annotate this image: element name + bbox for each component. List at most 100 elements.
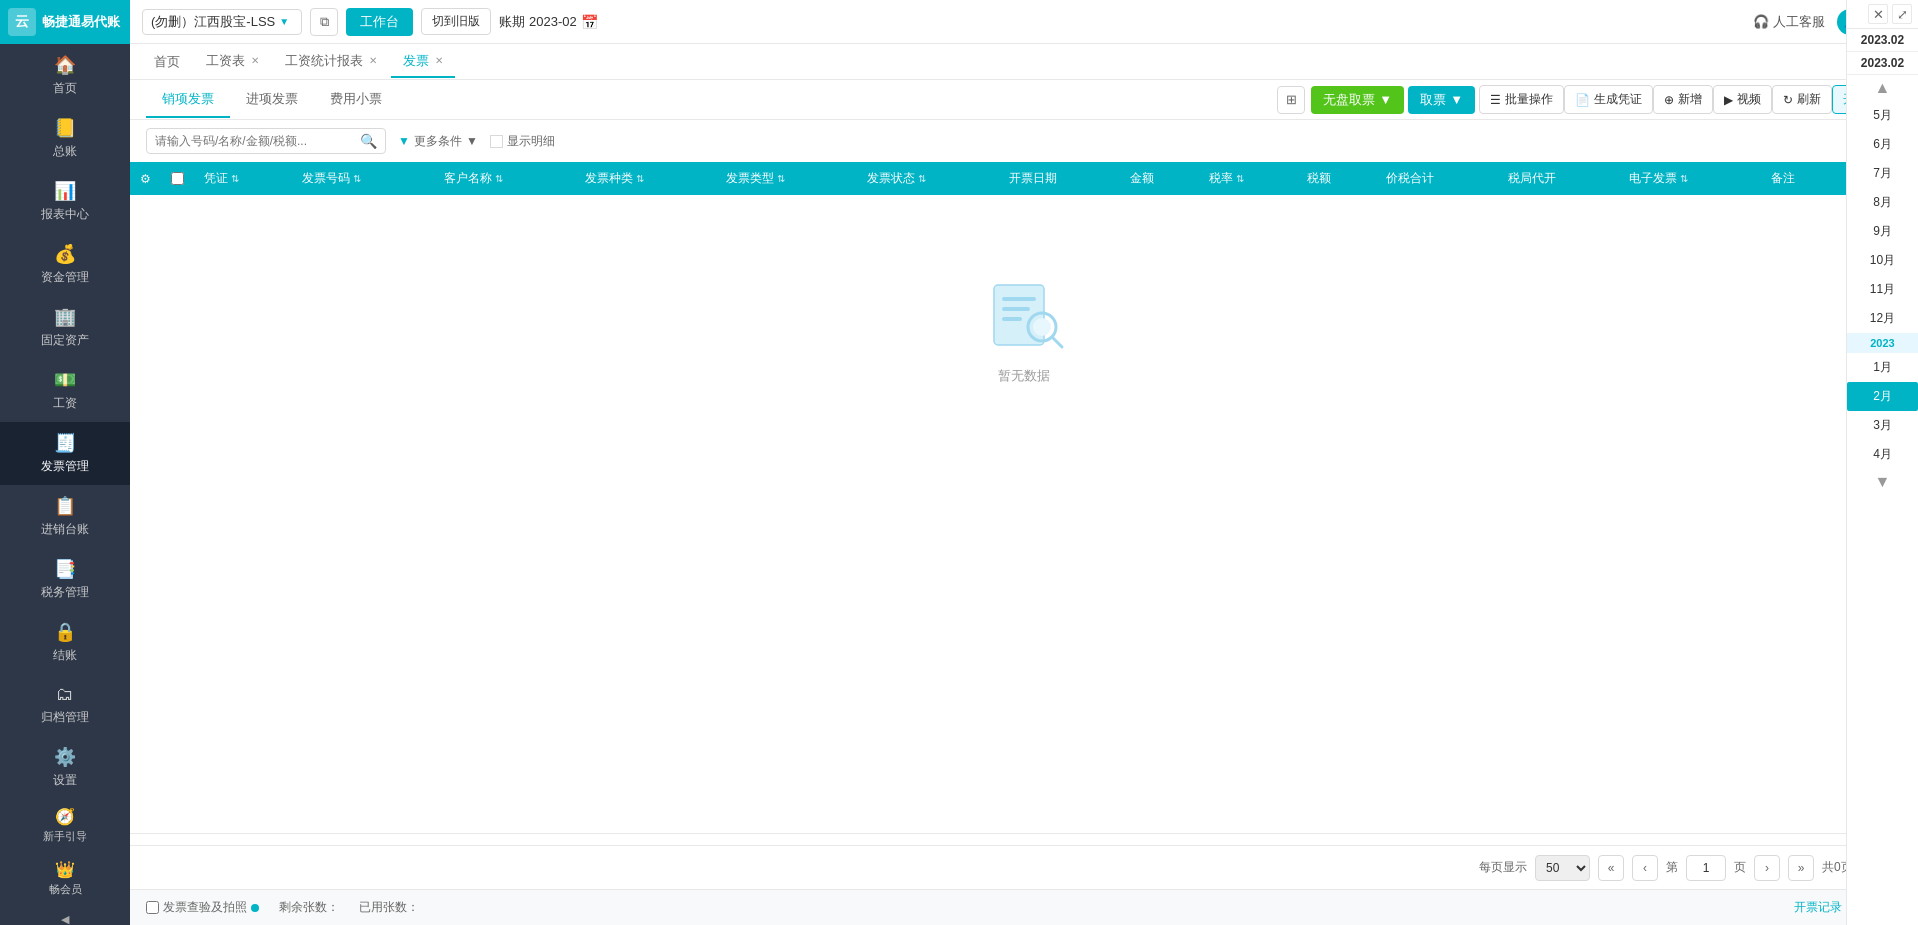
rp-scroll-up[interactable]: ▲ xyxy=(1847,75,1918,101)
rp-month-7[interactable]: 7月 xyxy=(1847,159,1918,188)
th-invoice-type-label: 发票种类 xyxy=(585,170,633,187)
sidebar-item-close[interactable]: 🔒 结账 xyxy=(0,611,130,674)
sidebar-item-reports[interactable]: 📊 报表中心 xyxy=(0,170,130,233)
sub-tab-sales-invoice[interactable]: 销项发票 xyxy=(146,82,230,118)
sidebar-item-archive[interactable]: 🗂 归档管理 xyxy=(0,674,130,736)
th-tax-total-label: 价税合计 xyxy=(1386,170,1434,187)
last-page-btn[interactable]: » xyxy=(1788,855,1814,881)
prev-page-btn[interactable]: ‹ xyxy=(1632,855,1658,881)
sub-tab-expense-receipt[interactable]: 费用小票 xyxy=(314,82,398,118)
sidebar-item-member[interactable]: 👑 畅会员 xyxy=(0,852,130,905)
rp-month-1[interactable]: 1月 xyxy=(1847,353,1918,382)
gen-voucher-btn[interactable]: 📄 生成凭证 xyxy=(1564,85,1653,114)
sidebar-label-funds: 资金管理 xyxy=(41,269,89,286)
rp-month-12[interactable]: 12月 xyxy=(1847,304,1918,333)
open-record-link[interactable]: 开票记录 xyxy=(1794,899,1842,916)
sub-tab-purchase-invoice[interactable]: 进项发票 xyxy=(230,82,314,118)
rp-month-11[interactable]: 11月 xyxy=(1847,275,1918,304)
batch-ops-icon: ☰ xyxy=(1490,93,1501,107)
invoice-category-sort-icon[interactable]: ⇅ xyxy=(777,173,785,184)
per-page-select[interactable]: 50 10 20 100 xyxy=(1535,855,1590,881)
funds-icon: 💰 xyxy=(54,243,76,265)
refresh-btn[interactable]: ↻ 刷新 xyxy=(1772,85,1832,114)
sidebar-item-assets[interactable]: 🏢 固定资产 xyxy=(0,296,130,359)
no-tax-ticket-btn[interactable]: 无盘取票 ▼ xyxy=(1311,86,1404,114)
customer-sort-icon[interactable]: ⇅ xyxy=(495,173,503,184)
workbench-button[interactable]: 工作台 xyxy=(346,8,413,36)
next-page-btn[interactable]: › xyxy=(1754,855,1780,881)
sidebar-item-salary[interactable]: 💵 工资 xyxy=(0,359,130,422)
sidebar-item-invoice[interactable]: 🧾 发票管理 xyxy=(0,422,130,485)
invoice-type-sort-icon[interactable]: ⇅ xyxy=(636,173,644,184)
th-remark-label: 备注 xyxy=(1771,170,1795,187)
th-electronic-label: 电子发票 xyxy=(1629,170,1677,187)
tab-salary-table[interactable]: 工资表 ✕ xyxy=(194,46,271,78)
switch-version-button[interactable]: 切到旧版 xyxy=(421,8,491,35)
search-input[interactable] xyxy=(155,134,354,148)
rp-month-5[interactable]: 5月 xyxy=(1847,101,1918,130)
horizontal-scrollbar[interactable] xyxy=(130,833,1918,845)
remaining-label: 剩余张数： xyxy=(279,900,339,914)
select-all-checkbox[interactable] xyxy=(171,172,184,185)
settings-icon: ⚙️ xyxy=(54,746,76,768)
rp-month-10[interactable]: 10月 xyxy=(1847,246,1918,275)
sidebar-item-sales[interactable]: 📋 进销台账 xyxy=(0,485,130,548)
rp-month-8[interactable]: 8月 xyxy=(1847,188,1918,217)
right-panel-close-btn[interactable]: ✕ xyxy=(1868,4,1888,24)
tab-salary-table-close[interactable]: ✕ xyxy=(251,55,259,66)
sidebar-item-funds[interactable]: 💰 资金管理 xyxy=(0,233,130,296)
calendar-icon[interactable]: 📅 xyxy=(581,14,598,30)
video-btn[interactable]: ▶ 视频 xyxy=(1713,85,1772,114)
tab-invoice[interactable]: 发票 ✕ xyxy=(391,46,455,78)
right-panel-expand-btn[interactable]: ⤢ xyxy=(1892,4,1912,24)
sidebar-item-guide[interactable]: 🧭 新手引导 xyxy=(0,799,130,852)
rp-month-3[interactable]: 3月 xyxy=(1847,411,1918,440)
invoice-no-sort-icon[interactable]: ⇅ xyxy=(353,173,361,184)
grid-settings-icon[interactable]: ⊞ xyxy=(1277,86,1305,114)
sidebar-item-ledger[interactable]: 📒 总账 xyxy=(0,107,130,170)
voucher-sort-icon[interactable]: ⇅ xyxy=(231,173,239,184)
show-detail-checkbox[interactable] xyxy=(490,135,503,148)
tab-salary-stat[interactable]: 工资统计报表 ✕ xyxy=(273,46,389,78)
get-ticket-btn[interactable]: 取票 ▼ xyxy=(1408,86,1475,114)
logo-icon: 云 xyxy=(8,8,36,36)
new-btn[interactable]: ⊕ 新增 xyxy=(1653,85,1713,114)
electronic-sort-icon[interactable]: ⇅ xyxy=(1680,173,1688,184)
ai-service-btn[interactable]: 🎧 人工客服 xyxy=(1753,13,1825,31)
sidebar-collapse-btn[interactable]: ◀ 取消固定 xyxy=(0,905,130,925)
search-icon[interactable]: 🔍 xyxy=(360,133,377,149)
rp-month-2-active[interactable]: 2月 xyxy=(1847,382,1918,411)
content-area: 销项发票 进项发票 费用小票 ⊞ 无盘取票 ▼ 取票 ▼ ☰ 批量操作 📄 xyxy=(130,80,1918,925)
page-input[interactable] xyxy=(1686,855,1726,881)
sidebar-item-home[interactable]: 🏠 首页 xyxy=(0,44,130,107)
tax-rate-sort-icon[interactable]: ⇅ xyxy=(1236,173,1244,184)
show-detail-toggle[interactable]: 显示明细 xyxy=(490,133,555,150)
tab-bar: 首页 工资表 ✕ 工资统计报表 ✕ 发票 ✕ xyxy=(130,44,1918,80)
page-suffix: 页 xyxy=(1734,859,1746,876)
tab-home[interactable]: 首页 xyxy=(142,47,192,77)
company-selector[interactable]: (勿删）江西股宝-LSS ▼ xyxy=(142,9,302,35)
th-invoice-type: 发票种类 ⇅ xyxy=(575,162,716,195)
rp-top-label-2: 2023.02 xyxy=(1847,52,1918,75)
sidebar-item-tax[interactable]: 📑 税务管理 xyxy=(0,548,130,611)
table-container[interactable]: ⚙ 凭证 ⇅ 发票号码 xyxy=(130,162,1918,833)
tab-salary-stat-close[interactable]: ✕ xyxy=(369,55,377,66)
rp-month-9[interactable]: 9月 xyxy=(1847,217,1918,246)
used-section: 已用张数： xyxy=(359,899,419,916)
footer-bar: 发票查验及拍照 剩余张数： 已用张数： 开票记录 左右拉伸 xyxy=(130,889,1918,925)
rp-month-4[interactable]: 4月 xyxy=(1847,440,1918,469)
rp-month-6[interactable]: 6月 xyxy=(1847,130,1918,159)
sidebar-item-settings[interactable]: ⚙️ 设置 xyxy=(0,736,130,799)
period-value: 2023-02 xyxy=(529,14,577,29)
more-conditions-btn[interactable]: ▼ 更多条件 ▼ xyxy=(398,133,478,150)
th-invoice-category: 发票类型 ⇅ xyxy=(716,162,857,195)
invoice-check-checkbox[interactable] xyxy=(146,901,159,914)
rp-scroll-down[interactable]: ▼ xyxy=(1847,469,1918,495)
tab-invoice-close[interactable]: ✕ xyxy=(435,55,443,66)
invoice-status-sort-icon[interactable]: ⇅ xyxy=(918,173,926,184)
first-page-btn[interactable]: « xyxy=(1598,855,1624,881)
copy-button[interactable]: ⧉ xyxy=(310,8,338,36)
invoice-check-label: 发票查验及拍照 xyxy=(163,899,247,916)
more-conditions-arrow: ▼ xyxy=(466,134,478,148)
batch-ops-btn[interactable]: ☰ 批量操作 xyxy=(1479,85,1564,114)
